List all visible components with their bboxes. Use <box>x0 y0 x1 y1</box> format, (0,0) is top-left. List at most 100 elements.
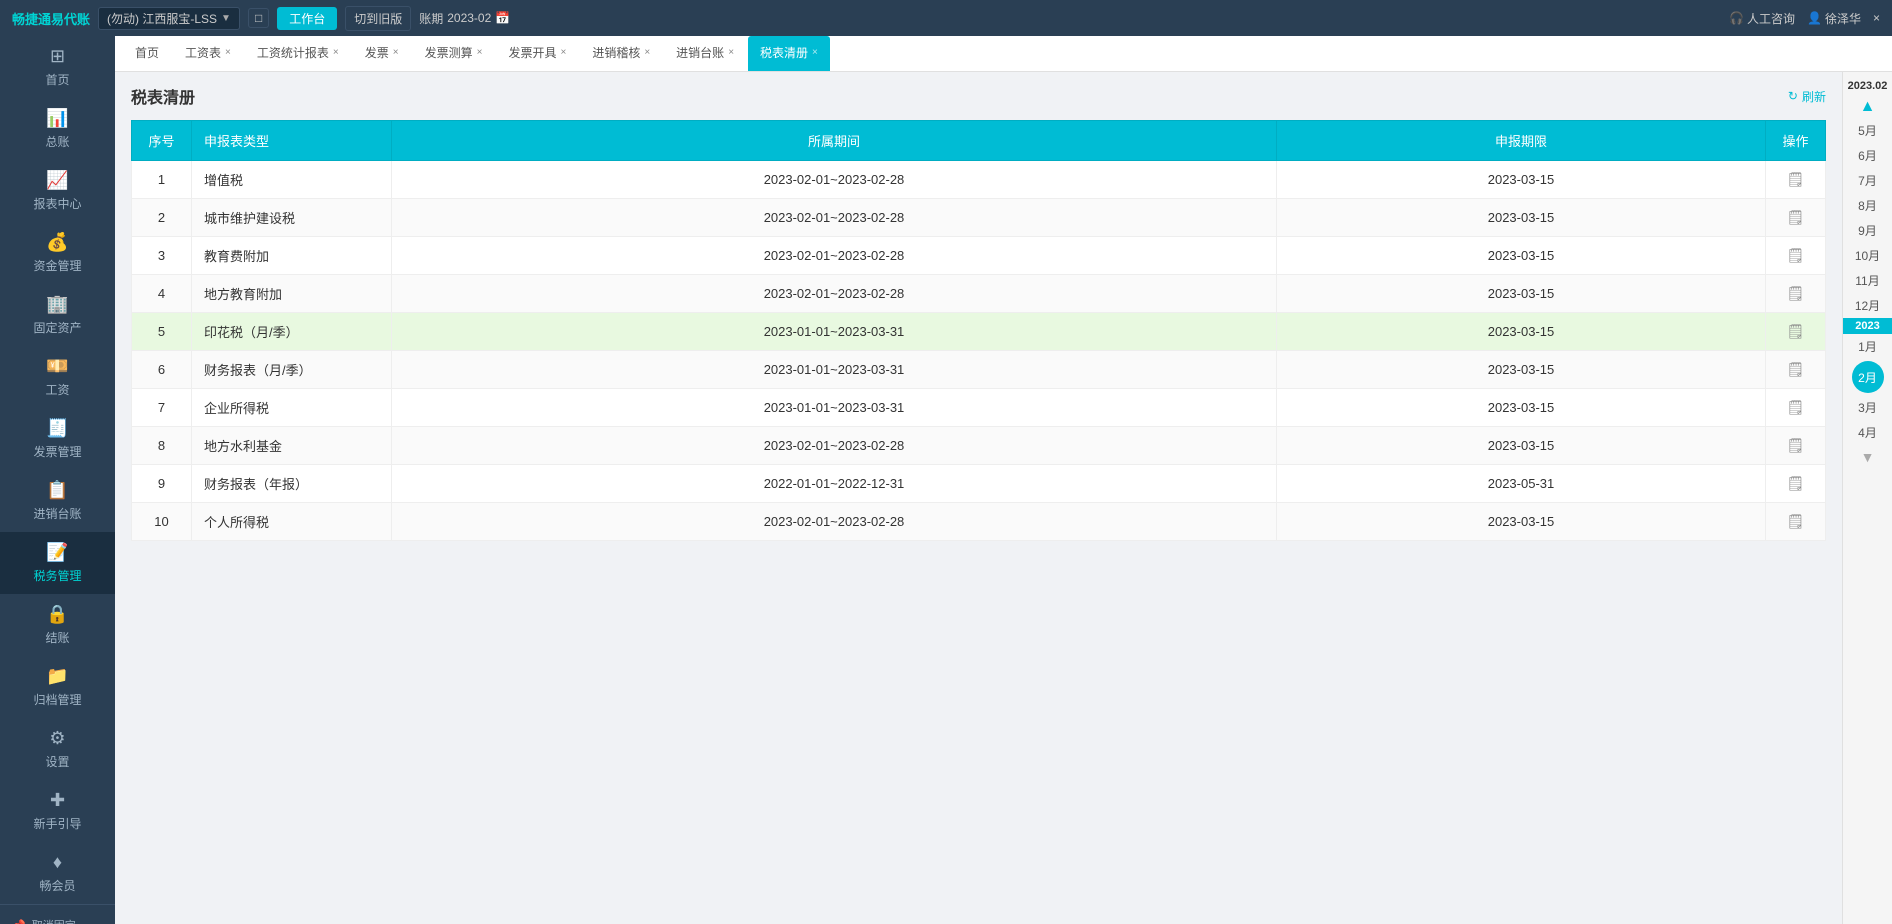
sidebar-item-member[interactable]: ♦ 畅会员 <box>0 842 115 904</box>
cal-month-3[interactable]: 3月 <box>1843 395 1892 420</box>
cell-action[interactable]: 🗒 <box>1766 427 1826 465</box>
closing-icon: 🔒 <box>46 604 68 625</box>
view-action-icon[interactable]: 🗒 <box>1787 361 1805 377</box>
tab-invoice-calc[interactable]: 发票测算 × <box>413 36 495 71</box>
cal-month-12[interactable]: 12月 <box>1843 293 1892 318</box>
table-row[interactable]: 5 印花税（月/季） 2023-01-01~2023-03-31 2023-03… <box>132 313 1826 351</box>
view-action-icon[interactable]: 🗒 <box>1787 171 1805 187</box>
sidebar-item-ledger[interactable]: 📊 总账 <box>0 98 115 160</box>
sidebar-item-label: 新手引导 <box>33 815 81 832</box>
app-logo: 畅捷通易代账 <box>12 9 90 28</box>
cell-action[interactable]: 🗒 <box>1766 389 1826 427</box>
sidebar-item-tax[interactable]: 📝 税务管理 <box>0 532 115 594</box>
cal-month-11[interactable]: 11月 <box>1843 268 1892 293</box>
copy-button[interactable]: □ <box>248 8 269 28</box>
sidebar-item-fixed-assets[interactable]: 🏢 固定资产 <box>0 284 115 346</box>
sidebar-item-invoice[interactable]: 🧾 发票管理 <box>0 408 115 470</box>
cal-month-4[interactable]: 4月 <box>1843 420 1892 445</box>
cell-action[interactable]: 🗒 <box>1766 199 1826 237</box>
cell-type: 地方水利基金 <box>192 427 392 465</box>
cell-period: 2023-01-01~2023-03-31 <box>392 389 1277 427</box>
tab-purchase-ledger[interactable]: 进销台账 × <box>664 36 746 71</box>
cal-year-2023[interactable]: 2023 <box>1843 318 1892 334</box>
cell-action[interactable]: 🗒 <box>1766 237 1826 275</box>
table-row[interactable]: 1 增值税 2023-02-01~2023-02-28 2023-03-15 🗒 <box>132 161 1826 199</box>
ledger-icon: 📊 <box>46 108 68 129</box>
cal-month-1[interactable]: 1月 <box>1843 334 1892 359</box>
sidebar-item-purchase-sales[interactable]: 📋 进销台账 <box>0 470 115 532</box>
view-action-icon[interactable]: 🗒 <box>1787 323 1805 339</box>
calendar-down-nav[interactable]: ▼ <box>1843 445 1892 469</box>
table-row[interactable]: 10 个人所得税 2023-02-01~2023-02-28 2023-03-1… <box>132 503 1826 541</box>
tab-close-salary-table[interactable]: × <box>225 47 231 58</box>
calendar-icon[interactable]: 📅 <box>495 11 510 25</box>
table-row[interactable]: 7 企业所得税 2023-01-01~2023-03-31 2023-03-15… <box>132 389 1826 427</box>
tab-salary-table[interactable]: 工资表 × <box>173 36 243 71</box>
table-row[interactable]: 3 教育费附加 2023-02-01~2023-02-28 2023-03-15… <box>132 237 1826 275</box>
period-display: 账期 2023-02 📅 <box>419 10 510 27</box>
sidebar-item-home[interactable]: ⊞ 首页 <box>0 36 115 98</box>
user-profile-btn[interactable]: 👤 徐泽华 <box>1807 10 1861 27</box>
table-row[interactable]: 8 地方水利基金 2023-02-01~2023-02-28 2023-03-1… <box>132 427 1826 465</box>
sidebar-item-archive[interactable]: 📁 归档管理 <box>0 656 115 718</box>
table-row[interactable]: 6 财务报表（月/季） 2023-01-01~2023-03-31 2023-0… <box>132 351 1826 389</box>
tab-invoice[interactable]: 发票 × <box>353 36 411 71</box>
unpin-button[interactable]: 📌 取消固定 <box>4 913 111 924</box>
cal-month-6[interactable]: 6月 <box>1843 143 1892 168</box>
tab-close-purchase-check[interactable]: × <box>644 47 650 58</box>
tab-home[interactable]: 首页 <box>123 36 171 71</box>
tab-close-invoice[interactable]: × <box>393 47 399 58</box>
tab-invoice-open[interactable]: 发票开具 × <box>496 36 578 71</box>
invoice-icon: 🧾 <box>46 418 68 439</box>
cell-deadline: 2023-03-15 <box>1276 503 1765 541</box>
sidebar-item-fund[interactable]: 💰 资金管理 <box>0 222 115 284</box>
cal-month-2-active[interactable]: 2月 <box>1852 361 1884 393</box>
cell-action[interactable]: 🗒 <box>1766 465 1826 503</box>
cell-action[interactable]: 🗒 <box>1766 161 1826 199</box>
cell-action[interactable]: 🗒 <box>1766 275 1826 313</box>
page-title: 税表清册 <box>131 84 195 108</box>
tab-close-purchase-ledger[interactable]: × <box>728 47 734 58</box>
cal-month-5[interactable]: 5月 <box>1843 118 1892 143</box>
table-row[interactable]: 2 城市维护建设税 2023-02-01~2023-02-28 2023-03-… <box>132 199 1826 237</box>
cal-month-9[interactable]: 9月 <box>1843 218 1892 243</box>
cell-seq: 10 <box>132 503 192 541</box>
table-row[interactable]: 9 财务报表（年报） 2022-01-01~2022-12-31 2023-05… <box>132 465 1826 503</box>
calendar-up-nav[interactable]: ▲ <box>1843 96 1892 118</box>
cal-month-8[interactable]: 8月 <box>1843 193 1892 218</box>
sidebar-item-closing[interactable]: 🔒 结账 <box>0 594 115 656</box>
view-action-icon[interactable]: 🗒 <box>1787 437 1805 453</box>
content-area: 首页 工资表 × 工资统计报表 × 发票 × 发票测算 × 发票开具 × <box>115 36 1892 924</box>
sidebar-item-report[interactable]: 📈 报表中心 <box>0 160 115 222</box>
cell-action[interactable]: 🗒 <box>1766 313 1826 351</box>
cell-action[interactable]: 🗒 <box>1766 351 1826 389</box>
old-version-button[interactable]: 切到旧版 <box>345 6 411 31</box>
window-close-btn[interactable]: × <box>1873 11 1880 25</box>
cell-seq: 5 <box>132 313 192 351</box>
view-action-icon[interactable]: 🗒 <box>1787 209 1805 225</box>
view-action-icon[interactable]: 🗒 <box>1787 399 1805 415</box>
tab-close-tax-clear[interactable]: × <box>812 47 818 58</box>
tab-close-salary-stats[interactable]: × <box>333 47 339 58</box>
cell-action[interactable]: 🗒 <box>1766 503 1826 541</box>
cal-month-7[interactable]: 7月 <box>1843 168 1892 193</box>
workspace-button[interactable]: 工作台 <box>277 7 337 30</box>
home-icon: ⊞ <box>50 46 65 67</box>
table-row[interactable]: 4 地方教育附加 2023-02-01~2023-02-28 2023-03-1… <box>132 275 1826 313</box>
company-selector[interactable]: (勿动) 江西服宝-LSS ▼ <box>98 7 240 30</box>
sidebar-item-salary[interactable]: 💴 工资 <box>0 346 115 408</box>
tab-tax-clear[interactable]: 税表清册 × <box>748 36 830 71</box>
view-action-icon[interactable]: 🗒 <box>1787 513 1805 529</box>
view-action-icon[interactable]: 🗒 <box>1787 285 1805 301</box>
human-service-btn[interactable]: 🎧 人工咨询 <box>1729 10 1795 27</box>
tab-salary-stats[interactable]: 工资统计报表 × <box>245 36 351 71</box>
cal-month-10[interactable]: 10月 <box>1843 243 1892 268</box>
tab-close-invoice-open[interactable]: × <box>560 47 566 58</box>
tab-purchase-check[interactable]: 进销稽核 × <box>580 36 662 71</box>
refresh-button[interactable]: ↻ 刷新 <box>1788 88 1826 105</box>
sidebar-item-settings[interactable]: ⚙ 设置 <box>0 718 115 780</box>
view-action-icon[interactable]: 🗒 <box>1787 475 1805 491</box>
tab-close-invoice-calc[interactable]: × <box>477 47 483 58</box>
sidebar-item-guide[interactable]: ✚ 新手引导 <box>0 780 115 842</box>
view-action-icon[interactable]: 🗒 <box>1787 247 1805 263</box>
